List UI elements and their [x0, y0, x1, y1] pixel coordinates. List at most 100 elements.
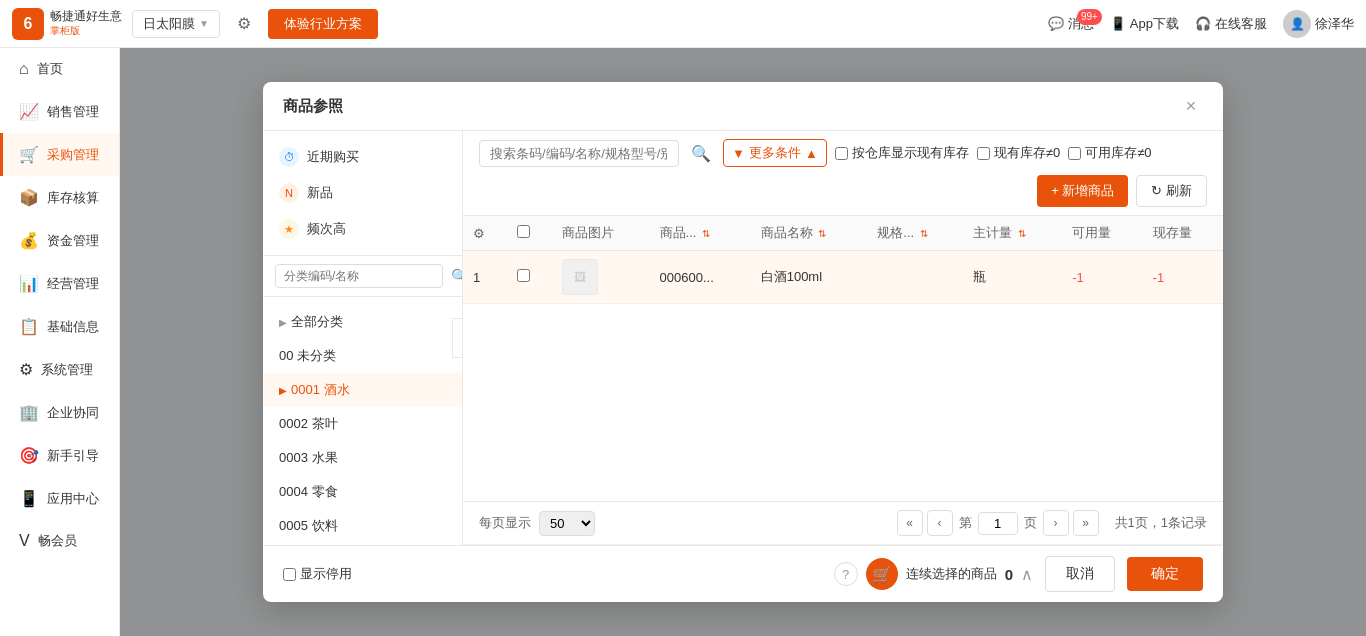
cell-spec [867, 251, 963, 304]
filter-icon: ▼ [732, 146, 745, 161]
col-code[interactable]: 商品... ⇅ [650, 216, 751, 251]
settings-button[interactable]: ⚙ [228, 8, 260, 40]
quick-filter-recent[interactable]: ⏱ 近期购买 [263, 139, 462, 175]
modal-title: 商品参照 [283, 97, 343, 116]
sort-name-icon: ⇅ [818, 228, 826, 239]
confirm-button[interactable]: 确定 [1127, 557, 1203, 591]
collapse-panel-button[interactable]: 《 [452, 318, 463, 358]
sidebar-item-inventory[interactable]: 📦 库存核算 [0, 176, 119, 219]
product-search-input[interactable] [479, 140, 679, 167]
select-all-checkbox[interactable] [517, 225, 530, 238]
display-stopped-input[interactable] [283, 568, 296, 581]
checkbox-available-nonzero[interactable]: 可用库存≠0 [1068, 144, 1151, 162]
table-row[interactable]: 1 🖼 000600... 白酒100ml [463, 251, 1223, 304]
checkbox-available-nonzero-input[interactable] [1068, 147, 1081, 160]
col-checkbox [507, 216, 552, 251]
freq-icon: ★ [279, 219, 299, 239]
nav-selector[interactable]: 日太阳膜 ▼ [132, 10, 220, 38]
col-unit[interactable]: 主计量 ⇅ [963, 216, 1062, 251]
page-prev-button[interactable]: ‹ [927, 510, 953, 536]
category-item-0005[interactable]: 0005 饮料 [263, 509, 462, 543]
category-item-0004[interactable]: 0004 零食 [263, 475, 462, 509]
guide-icon: 🎯 [19, 446, 39, 465]
category-item-00[interactable]: 00 未分类 [263, 339, 462, 373]
inventory-icon: 📦 [19, 188, 39, 207]
product-reference-modal: 商品参照 × ⏱ 近期购买 N 新品 [263, 82, 1223, 602]
image-placeholder-icon: 🖼 [574, 270, 586, 284]
cart-collapse-icon[interactable]: ∧ [1021, 565, 1033, 584]
expand-all-icon: ▶ [279, 317, 287, 328]
page-next-button[interactable]: › [1043, 510, 1069, 536]
product-thumbnail: 🖼 [562, 259, 598, 295]
help-icon[interactable]: ? [834, 562, 858, 586]
notification-item[interactable]: 💬 消息 99+ [1048, 15, 1094, 33]
avatar: 👤 [1283, 10, 1311, 38]
sidebar-item-member[interactable]: V 畅会员 [0, 520, 119, 562]
col-spec[interactable]: 规格... ⇅ [867, 216, 963, 251]
page-number-input[interactable] [978, 512, 1018, 535]
product-search-button[interactable]: 🔍 [687, 144, 715, 163]
col-settings[interactable]: ⚙ [463, 216, 507, 251]
cell-name: 白酒100ml [751, 251, 868, 304]
category-search-box: 🔍 [263, 256, 462, 297]
checkbox-stock-nonzero-input[interactable] [977, 147, 990, 160]
page-suffix: 页 [1024, 514, 1037, 532]
cart-count: 0 [1005, 566, 1013, 583]
logo-icon: 6 [12, 8, 44, 40]
cell-checkbox[interactable] [507, 251, 552, 304]
system-icon: ⚙ [19, 360, 33, 379]
sidebar-item-sales[interactable]: 📈 销售管理 [0, 90, 119, 133]
category-item-all[interactable]: ▶ 全部分类 [263, 305, 462, 339]
sidebar-item-apps[interactable]: 📱 应用中心 [0, 477, 119, 520]
col-name[interactable]: 商品名称 ⇅ [751, 216, 868, 251]
notification-badge: 99+ [1077, 9, 1102, 25]
category-item-0003[interactable]: 0003 水果 [263, 441, 462, 475]
cancel-button[interactable]: 取消 [1045, 556, 1115, 592]
cell-unit: 瓶 [963, 251, 1062, 304]
quick-filter-new[interactable]: N 新品 [263, 175, 462, 211]
modal-left-panel: ⏱ 近期购买 N 新品 ★ 频次高 《 [263, 131, 463, 545]
col-stock: 现存量 [1143, 216, 1223, 251]
sidebar-item-finance[interactable]: 💰 资金管理 [0, 219, 119, 262]
user-item[interactable]: 👤 徐泽华 [1283, 10, 1354, 38]
category-item-0002[interactable]: 0002 茶叶 [263, 407, 462, 441]
quick-filter-frequent[interactable]: ★ 频次高 [263, 211, 462, 247]
cart-area[interactable]: ? 🛒 连续选择的商品 0 ∧ [834, 558, 1033, 590]
category-item-0001[interactable]: ▶ 0001 酒水 [263, 373, 462, 407]
category-search-button[interactable]: 🔍 [447, 264, 463, 288]
refresh-button[interactable]: ↻ 刷新 [1136, 175, 1207, 207]
cell-stock: -1 [1143, 251, 1223, 304]
sidebar-item-home[interactable]: ⌂ 首页 [0, 48, 119, 90]
sidebar-item-system[interactable]: ⚙ 系统管理 [0, 348, 119, 391]
category-list: ▶ 全部分类 00 未分类 ▶ 0001 酒水 0002 茶叶 [263, 297, 462, 545]
page-first-button[interactable]: « [897, 510, 923, 536]
sidebar: ⌂ 首页 📈 销售管理 🛒 采购管理 📦 库存核算 💰 资金管理 📊 经营管理 … [0, 48, 120, 636]
cell-code: 000600... [650, 251, 751, 304]
phone-icon: 📱 [1110, 16, 1126, 31]
sidebar-item-guide[interactable]: 🎯 新手引导 [0, 434, 119, 477]
cell-image: 🖼 [552, 251, 650, 304]
checkbox-warehouse[interactable]: 按仓库显示现有库存 [835, 144, 969, 162]
sidebar-item-basics[interactable]: 📋 基础信息 [0, 305, 119, 348]
page-last-button[interactable]: » [1073, 510, 1099, 536]
add-product-button[interactable]: + 新增商品 [1037, 175, 1128, 207]
app-download-item[interactable]: 📱 App下载 [1110, 15, 1179, 33]
category-search-input[interactable] [275, 264, 443, 288]
experience-button[interactable]: 体验行业方案 [268, 9, 378, 39]
sidebar-item-operations[interactable]: 📊 经营管理 [0, 262, 119, 305]
notification-icon: 💬 [1048, 16, 1064, 31]
display-stopped-checkbox[interactable]: 显示停用 [283, 565, 352, 583]
modal-close-button[interactable]: × [1179, 94, 1203, 118]
sidebar-item-purchase[interactable]: 🛒 采购管理 [0, 133, 119, 176]
checkbox-warehouse-input[interactable] [835, 147, 848, 160]
sidebar-item-enterprise[interactable]: 🏢 企业协同 [0, 391, 119, 434]
cell-available: -1 [1062, 251, 1142, 304]
main-layout: ⌂ 首页 📈 销售管理 🛒 采购管理 📦 库存核算 💰 资金管理 📊 经营管理 … [0, 48, 1366, 636]
per-page-select[interactable]: 50 100 200 [539, 511, 595, 536]
checkbox-stock-nonzero[interactable]: 现有库存≠0 [977, 144, 1060, 162]
more-filters-button[interactable]: ▼ 更多条件 ▲ [723, 139, 827, 167]
online-service-item[interactable]: 🎧 在线客服 [1195, 15, 1267, 33]
row-checkbox[interactable] [517, 269, 530, 282]
filter-up-icon: ▲ [805, 146, 818, 161]
category-item-0008[interactable]: 0008 水 [263, 543, 462, 545]
